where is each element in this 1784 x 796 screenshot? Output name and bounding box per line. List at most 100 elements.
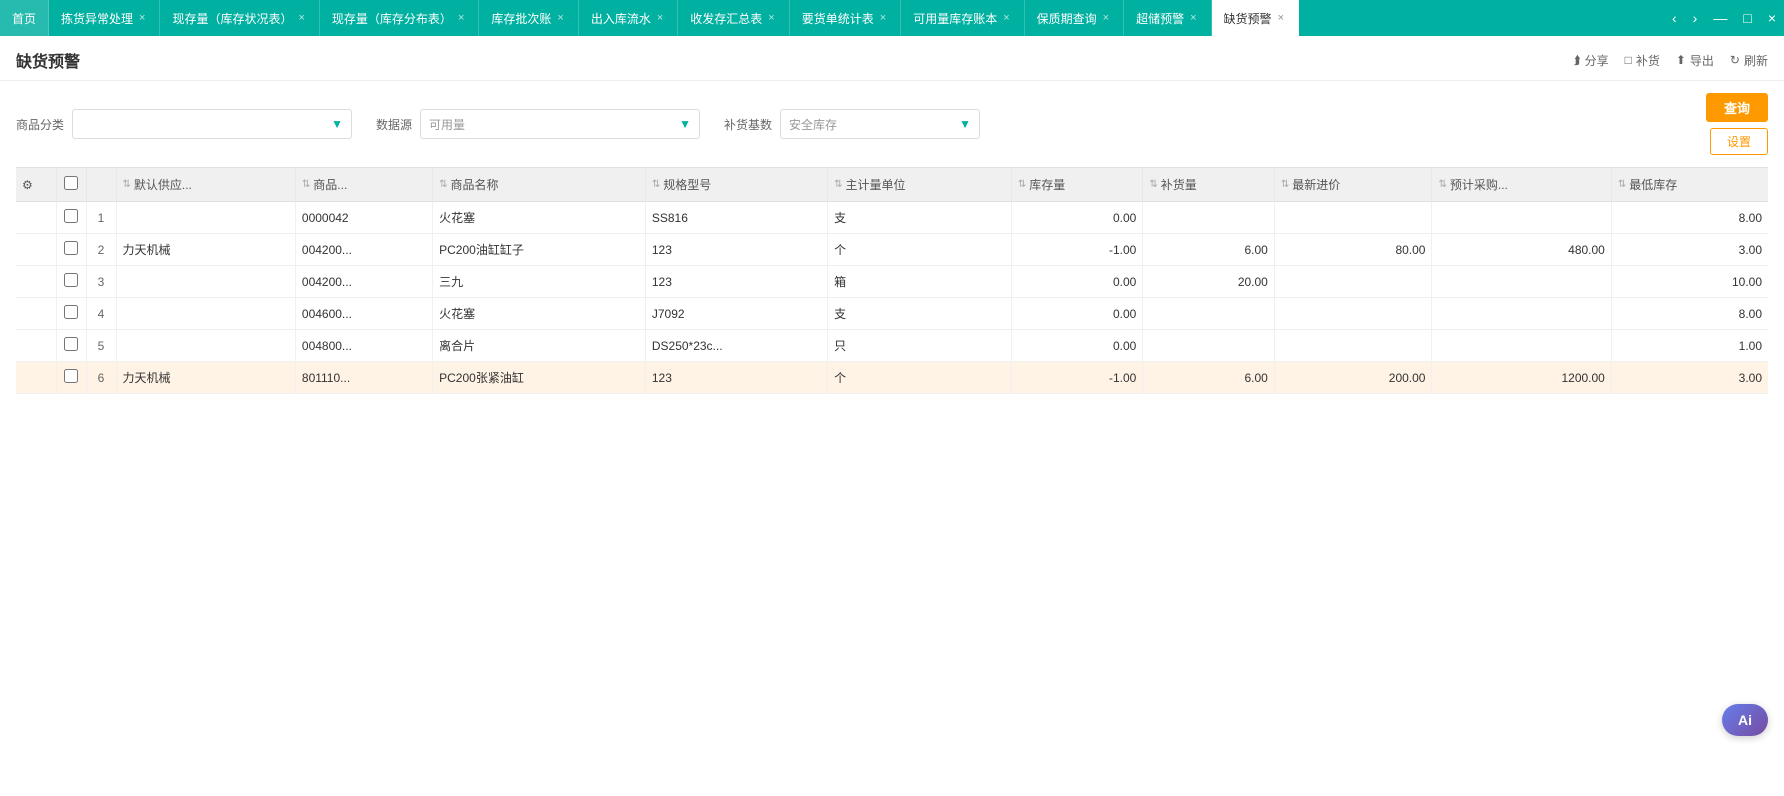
table-row: 4 004600... 火花塞 J7092 支 0.00 8.00 [16, 298, 1768, 330]
col-stock[interactable]: ⇅ 库存量 [1011, 168, 1143, 202]
row-min-stock-4: 1.00 [1611, 330, 1768, 362]
nav-prev-arrow[interactable]: ‹ [1664, 10, 1685, 26]
row-stock-1: -1.00 [1011, 234, 1143, 266]
col-est-purchase[interactable]: ⇅ 预计采购... [1432, 168, 1611, 202]
row-supplier-3 [116, 298, 295, 330]
row-checkbox-5[interactable] [64, 369, 78, 383]
col-latest-price[interactable]: ⇅ 最新进价 [1274, 168, 1432, 202]
row-checkbox-0[interactable] [64, 209, 78, 223]
row-checkbox-1[interactable] [64, 241, 78, 255]
tab-close-icon-10[interactable]: × [1188, 12, 1198, 24]
refresh-button[interactable]: ↻ 刷新 [1730, 52, 1768, 69]
nav-tab-7[interactable]: 要货单统计表× [790, 0, 901, 36]
col-spec[interactable]: ⇅ 规格型号 [645, 168, 827, 202]
row-unit-0: 支 [828, 202, 1012, 234]
sort-icon: ⇅ [123, 179, 131, 190]
row-product-name-0: 火花塞 [433, 202, 646, 234]
col-replenish-qty[interactable]: ⇅ 补货量 [1143, 168, 1275, 202]
export-button[interactable]: ⬆ 导出 [1676, 52, 1714, 69]
share-button[interactable]: ⮭ 分享 [1573, 52, 1608, 69]
nav-tab-8[interactable]: 可用量库存账本× [901, 0, 1024, 36]
tab-close-icon-4[interactable]: × [555, 12, 565, 24]
row-checkbox-cell-2[interactable] [56, 266, 86, 298]
nav-tabs: 首页拣货异常处理×现存量（库存状况表）×现存量（库存分布表）×库存批次账×出入库… [0, 0, 1784, 36]
col-supplier[interactable]: ⇅ 默认供应... [116, 168, 295, 202]
row-replenish-qty-4 [1143, 330, 1275, 362]
close-button[interactable]: × [1760, 0, 1784, 36]
col-product-code[interactable]: ⇅ 商品... [295, 168, 432, 202]
row-checkbox-4[interactable] [64, 337, 78, 351]
col-num [86, 168, 116, 202]
filter-area: 商品分类 ▼ 数据源 可用量 ▼ 补货基数 安全库存 ▼ 查询 设置 [0, 81, 1784, 167]
col-gear[interactable]: ⚙ [16, 168, 56, 202]
minimize-button[interactable]: — [1705, 0, 1735, 36]
col-unit[interactable]: ⇅ 主计量单位 [828, 168, 1012, 202]
row-est-purchase-3 [1432, 298, 1611, 330]
data-source-select[interactable]: 可用量 ▼ [420, 109, 700, 139]
nav-tab-3[interactable]: 现存量（库存分布表）× [320, 0, 479, 36]
data-table: ⚙ ⇅ 默认供应... ⇅ [16, 167, 1768, 394]
nav-tab-2[interactable]: 现存量（库存状况表）× [160, 0, 319, 36]
nav-tab-9[interactable]: 保质期查询× [1025, 0, 1124, 36]
row-checkbox-cell-5[interactable] [56, 362, 86, 394]
tab-close-icon-9[interactable]: × [1101, 12, 1111, 24]
row-unit-5: 个 [828, 362, 1012, 394]
nav-tab-5[interactable]: 出入库流水× [579, 0, 678, 36]
row-checkbox-cell-3[interactable] [56, 298, 86, 330]
tab-close-icon-5[interactable]: × [655, 12, 665, 24]
row-checkbox-3[interactable] [64, 305, 78, 319]
row-product-code-0: 0000042 [295, 202, 432, 234]
row-product-name-3: 火花塞 [433, 298, 646, 330]
data-source-value: 可用量 [429, 116, 465, 133]
tab-close-icon-8[interactable]: × [1001, 12, 1011, 24]
tab-close-icon-7[interactable]: × [878, 12, 888, 24]
row-checkbox-2[interactable] [64, 273, 78, 287]
nav-tab-4[interactable]: 库存批次账× [479, 0, 578, 36]
col-product-name[interactable]: ⇅ 商品名称 [433, 168, 646, 202]
nav-next-arrow[interactable]: › [1685, 10, 1706, 26]
col-checkbox-all[interactable] [56, 168, 86, 202]
row-checkbox-cell-4[interactable] [56, 330, 86, 362]
row-product-code-3: 004600... [295, 298, 432, 330]
row-num-5: 6 [86, 362, 116, 394]
table-row: 5 004800... 离合片 DS250*23c... 只 0.00 1.00 [16, 330, 1768, 362]
replenish-button[interactable]: □ 补货 [1625, 52, 1660, 69]
row-min-stock-0: 8.00 [1611, 202, 1768, 234]
tab-close-icon-6[interactable]: × [766, 12, 776, 24]
tab-close-icon-3[interactable]: × [456, 12, 466, 24]
row-gear-2 [16, 266, 56, 298]
nav-tab-11[interactable]: 缺货预警× [1212, 0, 1299, 36]
product-category-select[interactable]: ▼ [72, 109, 352, 139]
sort-icon: ⇅ [652, 179, 660, 190]
replenish-base-label: 补货基数 [724, 116, 772, 133]
row-checkbox-cell-1[interactable] [56, 234, 86, 266]
row-stock-5: -1.00 [1011, 362, 1143, 394]
row-est-purchase-1: 480.00 [1432, 234, 1611, 266]
data-source-chevron-icon: ▼ [679, 117, 691, 131]
row-est-purchase-2 [1432, 266, 1611, 298]
tab-close-icon-1[interactable]: × [137, 12, 147, 24]
row-unit-4: 只 [828, 330, 1012, 362]
maximize-button[interactable]: □ [1735, 0, 1759, 36]
tab-close-icon-2[interactable]: × [296, 12, 306, 24]
nav-arrows: ‹ › — □ × [1664, 0, 1784, 36]
nav-tab-1[interactable]: 拣货异常处理× [49, 0, 160, 36]
ai-button[interactable]: Ai [1722, 704, 1768, 736]
nav-tab-10[interactable]: 超储预警× [1124, 0, 1211, 36]
row-checkbox-cell-0[interactable] [56, 202, 86, 234]
table-row: 3 004200... 三九 123 箱 0.00 20.00 10.00 [16, 266, 1768, 298]
replenish-base-select[interactable]: 安全库存 ▼ [780, 109, 980, 139]
row-min-stock-2: 10.00 [1611, 266, 1768, 298]
settings-button[interactable]: 设置 [1710, 128, 1768, 155]
query-button[interactable]: 查询 [1706, 93, 1768, 122]
row-latest-price-4 [1274, 330, 1432, 362]
nav-tab-0[interactable]: 首页 [0, 0, 49, 36]
nav-tab-6[interactable]: 收发存汇总表× [678, 0, 789, 36]
tab-close-icon-11[interactable]: × [1276, 12, 1286, 24]
col-min-stock[interactable]: ⇅ 最低库存 [1611, 168, 1768, 202]
row-spec-4: DS250*23c... [645, 330, 827, 362]
replenish-base-chevron-icon: ▼ [959, 117, 971, 131]
row-min-stock-3: 8.00 [1611, 298, 1768, 330]
sort-icon: ⇅ [1618, 179, 1626, 190]
select-all-checkbox[interactable] [64, 176, 78, 190]
